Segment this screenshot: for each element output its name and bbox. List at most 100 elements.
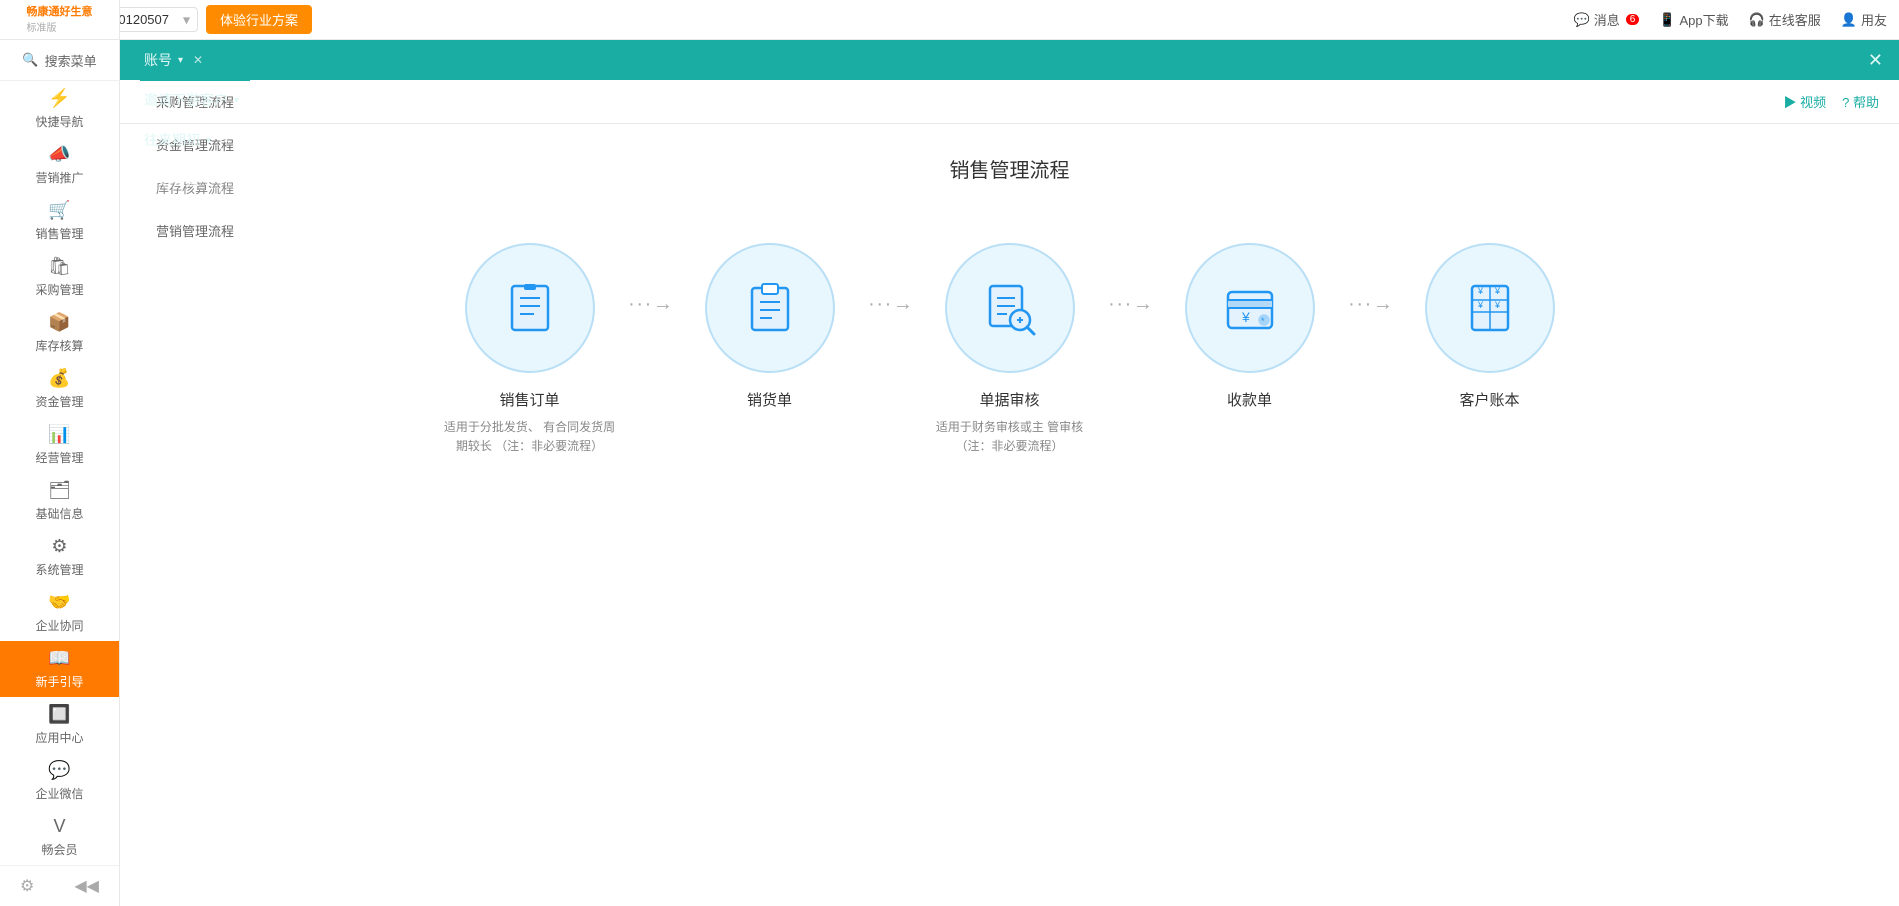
page-title: 销售管理流程 [950,154,1070,183]
logo: 畅康通好生意 标准版 [0,0,120,40]
sidebar-label-2: 销售管理 [35,225,83,242]
main-content: 销售管理流程 销售订单适用于分批发货、 有合同发货周期较长 （注：非必要流程） ·… [120,124,1899,486]
search-label: 搜索菜单 [45,51,97,70]
flow-step-audit: 单据审核适用于财务审核或主 管审核 （注：非必要流程） [920,243,1100,456]
close-all-tabs[interactable]: ✕ [1860,50,1891,71]
content-area: 行业特性设置初始设置销售管理流程采购管理流程资金管理流程库存核算流程营销管理流程… [120,80,1899,906]
sidebar-icon-1: 📣 [48,144,70,165]
online-service-group[interactable]: 🎧 在线客服 [1749,10,1821,29]
sidebar-label-8: 系统管理 [35,561,83,578]
flow-step-account: ¥ ¥ ¥ ¥ 客户账本 [1400,243,1580,418]
sidebar-label-6: 经营管理 [35,449,83,466]
app-download-group[interactable]: 📱 App下载 [1659,10,1728,29]
sidebar-label-10: 新手引导 [35,673,83,690]
svg-text:¥: ¥ [1494,286,1501,296]
app-download-label: App下载 [1679,10,1728,29]
flow-step-sales-order: 销售订单适用于分批发货、 有合同发货周期较长 （注：非必要流程） [440,243,620,456]
sidebar-icon-7: 🗂 [48,480,71,501]
sidebar-label-9: 企业协同 [35,617,83,634]
message-group[interactable]: 💬 消息 6 [1574,10,1640,29]
sidebar-item-0[interactable]: ⚡ 快捷导航 [0,81,119,137]
nav-tab-5[interactable]: 往来期初 ▾ ✕ [128,120,275,160]
sidebar-label-4: 库存核算 [35,337,83,354]
flow-circle-sales-order[interactable] [465,243,595,373]
sidebar-search[interactable]: 🔍 搜索菜单 [0,40,119,81]
sidebar-item-9[interactable]: 🤝 企业协同 [0,585,119,641]
sidebar-icon-10: 📖 [48,648,70,669]
nav-tab-3[interactable]: 账号 ▾ ✕ [128,40,275,80]
nav-tab-close-5[interactable]: ✕ [221,133,231,147]
sidebar-label-1: 营销推广 [35,169,83,186]
nav-tab-close-4[interactable]: ✕ [249,93,259,107]
sidebar-item-7[interactable]: 🗂 基础信息 [0,473,119,529]
sidebar-item-11[interactable]: 🔲 应用中心 [0,697,119,753]
sidebar-icon-2: 🛒 [48,200,70,221]
sidebar-icon-12: 💬 [48,760,70,781]
nav-tab-4[interactable]: 邀请下游客户▾✕ [128,80,275,120]
sidebar: 🔍 搜索菜单 ⚡ 快捷导航 📣 营销推广 🛒 销售管理 🛍 采购管理 📦 库存核… [0,40,120,906]
sidebar-label-3: 采购管理 [35,281,83,298]
message-icon: 💬 [1574,12,1590,28]
sidebar-icon-3: 🛍 [48,256,71,277]
sidebar-item-3[interactable]: 🛍 采购管理 [0,249,119,305]
nav-tab-close-6[interactable]: ✕ [221,173,231,187]
top-bar: 用户690企业1660120507 体验行业方案 💬 消息 6 📱 App下载 … [0,0,1899,40]
flow-step-receipt: ¥ * 收款单 [1160,243,1340,418]
flow-circle-receipt[interactable]: ¥ * [1185,243,1315,373]
svg-text:¥: ¥ [1494,300,1501,310]
sidebar-label-12: 企业微信 [35,785,83,802]
sidebar-label-13: 畅会员 [41,841,77,858]
sidebar-item-6[interactable]: 📊 经营管理 [0,417,119,473]
flow-circle-audit[interactable] [945,243,1075,373]
sidebar-item-5[interactable]: 💰 资金管理 [0,361,119,417]
user-label: 用友 [1861,10,1887,29]
sub-tab-6[interactable]: 营销管理流程 [140,209,250,253]
sidebar-item-1[interactable]: 📣 营销推广 [0,137,119,193]
nav-tab-label-5: 往来期初 [144,130,200,150]
sidebar-item-4[interactable]: 📦 库存核算 [0,305,119,361]
sidebar-label-0: 快捷导航 [35,113,83,130]
nav-tab-label-3: 账号 [144,50,172,70]
search-icon: 🔍 [22,52,38,68]
sidebar-items: ⚡ 快捷导航 📣 营销推广 🛒 销售管理 🛍 采购管理 📦 库存核算 💰 资金管… [0,81,119,865]
flow-circle-account[interactable]: ¥ ¥ ¥ ¥ [1425,243,1555,373]
flow-desc-audit: 适用于财务审核或主 管审核 （注：非必要流程） [920,418,1100,456]
flow-arrow-3: · · · → [1340,243,1400,316]
sidebar-item-2[interactable]: 🛒 销售管理 [0,193,119,249]
user-group[interactable]: 👤 用友 [1841,10,1887,29]
sidebar-item-8[interactable]: ⚙ 系统管理 [0,529,119,585]
nav-tab-6[interactable]: 初始设置 ▾ ✕ [128,160,275,200]
flow-arrow-2: · · · → [1100,243,1160,316]
experience-button[interactable]: 体验行业方案 [206,5,312,34]
collapse-icon[interactable]: ◀◀ [74,876,99,896]
sidebar-item-13[interactable]: V 畅会员 [0,809,119,865]
sidebar-icon-4: 📦 [48,312,70,333]
nav-tab-arrow-3: ▾ [178,55,183,66]
help-icon: ? [1842,95,1849,110]
sidebar-icon-13: V [53,816,65,837]
sidebar-icon-8: ⚙ [51,536,67,557]
help-link[interactable]: ? 帮助 [1842,92,1879,111]
message-badge: 6 [1626,14,1640,25]
sidebar-label-5: 资金管理 [35,393,83,410]
flow-arrow-1: · · · → [860,243,920,316]
headset-icon: 🎧 [1749,12,1765,28]
sidebar-item-12[interactable]: 💬 企业微信 [0,753,119,809]
sidebar-item-10[interactable]: 📖 新手引导 [0,641,119,697]
sidebar-icon-0: ⚡ [48,88,70,109]
nav-tab-arrow-6: ▾ [206,175,211,186]
flow-circle-sales-delivery[interactable] [705,243,835,373]
video-link[interactable]: ▶ 视频 [1783,92,1826,111]
sub-tab-right: ▶ 视频 ? 帮助 [1783,92,1879,111]
nav-tab-close-3[interactable]: ✕ [193,53,203,67]
top-bar-right: 💬 消息 6 📱 App下载 🎧 在线客服 👤 用友 [1574,10,1888,29]
flow-step-sales-delivery: 销货单 [680,243,860,418]
svg-text:*: * [1261,316,1265,326]
message-label: 消息 [1594,10,1620,29]
nav-tab-arrow-5: ▾ [206,135,211,146]
flow-title-sales-order: 销售订单 [499,389,559,410]
nav-tab-label-6: 初始设置 [144,170,200,190]
nav-tabs: 首页物流快递▾✕在线支付▾✕账号▾✕邀请下游客户▾✕往来期初▾✕初始设置▾✕ ✕ [120,40,1899,80]
flow-diagram: 销售订单适用于分批发货、 有合同发货周期较长 （注：非必要流程）· · · → … [410,243,1610,456]
settings-icon[interactable]: ⚙ [20,876,34,896]
